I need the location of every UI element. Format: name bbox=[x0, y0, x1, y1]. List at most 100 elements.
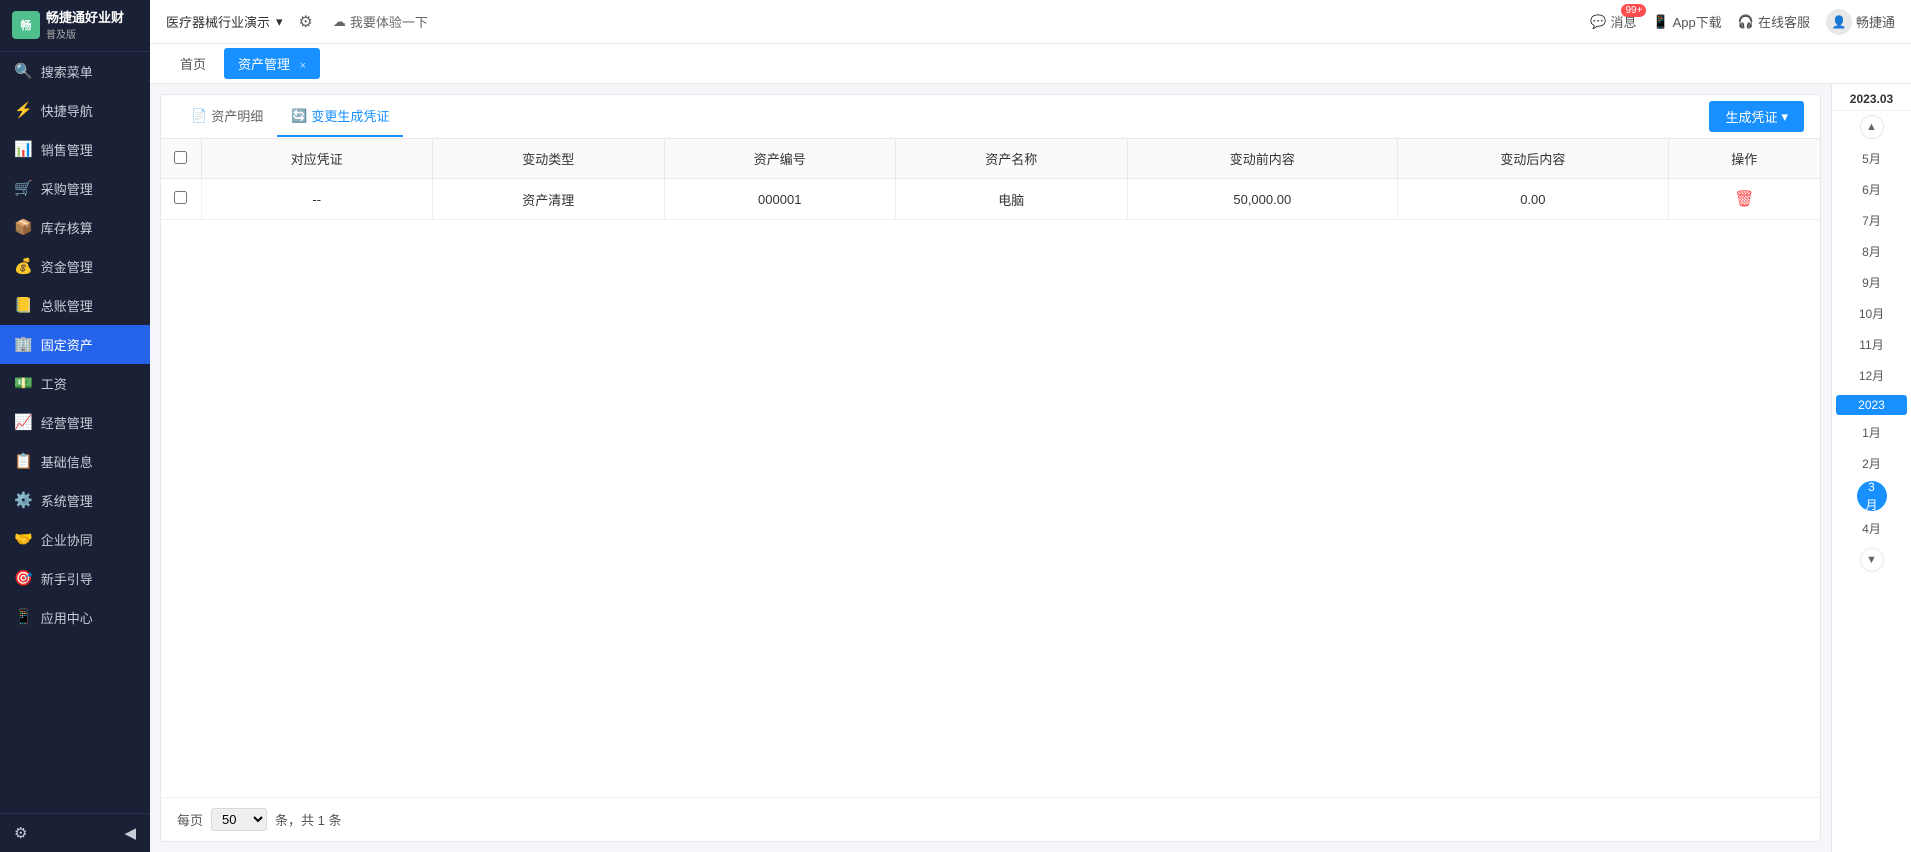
experience-btn[interactable]: ☁ 我要体验一下 bbox=[333, 12, 428, 31]
calendar-month-5[interactable]: 5月 bbox=[1836, 144, 1907, 173]
calendar-month-9[interactable]: 9月 bbox=[1836, 268, 1907, 297]
table-row: -- 资产清理 000001 电脑 50,000.00 0.00 🗑 bbox=[161, 179, 1820, 220]
generate-voucher-button[interactable]: 生成凭证 ▾ bbox=[1709, 101, 1804, 132]
row-voucher: -- bbox=[201, 179, 433, 220]
pagination: 每页 50 10 20 100 条，共 1 条 bbox=[161, 797, 1820, 841]
calendar-month-7[interactable]: 7月 bbox=[1836, 206, 1907, 235]
salary-label: 工资 bbox=[41, 374, 67, 393]
logo-icon: 畅 bbox=[12, 11, 40, 39]
user-menu[interactable]: 👤 畅捷通 bbox=[1826, 9, 1895, 35]
row-checkbox-cell bbox=[161, 179, 201, 220]
table-header-voucher: 对应凭证 bbox=[201, 139, 433, 179]
tab-home[interactable]: 首页 bbox=[166, 48, 220, 79]
table-header-before: 变动前内容 bbox=[1127, 139, 1398, 179]
calendar-month-12[interactable]: 12月 bbox=[1836, 361, 1907, 390]
topbar-settings-icon[interactable]: ⚙ bbox=[299, 12, 313, 32]
message-badge: 99+ bbox=[1621, 4, 1646, 17]
calendar-up-btn[interactable]: ▲ bbox=[1860, 115, 1884, 139]
sidebar-item-funds[interactable]: 💰 资金管理 bbox=[0, 247, 150, 286]
calendar-month-1[interactable]: 1月 bbox=[1836, 418, 1907, 447]
app-subtitle: 普及版 bbox=[46, 26, 124, 41]
calendar-month-10[interactable]: 10月 bbox=[1836, 299, 1907, 328]
calendar-panel: ⛶ ✕ 2023.03 ▲ 5月 6月 7月 8月 9月 10月 11月 12月… bbox=[1831, 84, 1911, 852]
company-name: 医疗器械行业演示 bbox=[166, 12, 270, 31]
search-icon: 🔍 bbox=[14, 62, 33, 80]
data-table: 对应凭证 变动类型 资产编号 资产名称 变动前内容 变动后内容 操作 bbox=[161, 139, 1820, 220]
sidebar-item-basic-info[interactable]: 📋 基础信息 bbox=[0, 442, 150, 481]
sidebar-item-guide[interactable]: 🎯 新手引导 bbox=[0, 559, 150, 598]
sidebar-item-operations[interactable]: 📈 经营管理 bbox=[0, 403, 150, 442]
operations-label: 经营管理 bbox=[41, 413, 93, 432]
sidebar-item-search[interactable]: 🔍 搜索菜单 bbox=[0, 52, 150, 91]
sales-icon: 📊 bbox=[14, 140, 33, 158]
calendar-month-8[interactable]: 8月 bbox=[1836, 237, 1907, 266]
calendar-down-btn[interactable]: ▼ bbox=[1860, 548, 1884, 572]
salary-icon: 💵 bbox=[14, 374, 33, 392]
message-icon: 💬 bbox=[1590, 14, 1606, 30]
company-selector[interactable]: 医疗器械行业演示 ▾ bbox=[166, 12, 283, 31]
funds-icon: 💰 bbox=[14, 257, 33, 275]
app-title: 畅捷通好业财 bbox=[46, 10, 124, 26]
calendar-year-badge[interactable]: 2023 bbox=[1836, 395, 1907, 415]
delete-icon[interactable]: 🗑 bbox=[1734, 191, 1754, 208]
sidebar-item-salary[interactable]: 💵 工资 bbox=[0, 364, 150, 403]
message-btn[interactable]: 💬 消息 99+ bbox=[1590, 12, 1636, 31]
table-header-checkbox bbox=[161, 139, 201, 179]
sidebar-item-sales[interactable]: 📊 销售管理 bbox=[0, 130, 150, 169]
sidebar-item-enterprise[interactable]: 🤝 企业协同 bbox=[0, 520, 150, 559]
calendar-month-4[interactable]: 4月 bbox=[1836, 514, 1907, 543]
sub-tab-asset-detail[interactable]: 📄 资产明细 bbox=[177, 96, 277, 137]
tab-close-icon[interactable]: × bbox=[300, 60, 306, 72]
sidebar-item-fixed-assets[interactable]: 🏢 固定资产 bbox=[0, 325, 150, 364]
tabbar: 首页 资产管理 × bbox=[150, 44, 1911, 84]
sidebar-item-app-center[interactable]: 📱 应用中心 bbox=[0, 598, 150, 637]
table-header-action: 操作 bbox=[1668, 139, 1820, 179]
sidebar-item-system[interactable]: ⚙️ 系统管理 bbox=[0, 481, 150, 520]
basic-info-icon: 📋 bbox=[14, 452, 33, 470]
ledger-icon: 📒 bbox=[14, 296, 33, 314]
sales-label: 销售管理 bbox=[41, 140, 93, 159]
calendar-month-11[interactable]: 11月 bbox=[1836, 330, 1907, 359]
funds-label: 资金管理 bbox=[41, 257, 93, 276]
row-checkbox[interactable] bbox=[174, 191, 187, 204]
main-panel: 📄 资产明细 🔄 变更生成凭证 生成凭证 ▾ bbox=[160, 94, 1821, 842]
sidebar-item-ledger[interactable]: 📒 总账管理 bbox=[0, 286, 150, 325]
calendar-month-2[interactable]: 2月 bbox=[1836, 449, 1907, 478]
sidebar-menu: 🔍 搜索菜单 ⚡ 快捷导航 📊 销售管理 🛒 采购管理 📦 库存核算 💰 资金管… bbox=[0, 52, 150, 813]
avatar: 👤 bbox=[1826, 9, 1852, 35]
customer-service-btn[interactable]: 🎧 在线客服 bbox=[1738, 12, 1810, 31]
sidebar-item-purchase[interactable]: 🛒 采购管理 bbox=[0, 169, 150, 208]
basic-info-label: 基础信息 bbox=[41, 452, 93, 471]
cloud-icon: ☁ bbox=[333, 14, 346, 30]
row-action: 🗑 bbox=[1668, 179, 1820, 220]
sidebar-item-inventory[interactable]: 📦 库存核算 bbox=[0, 208, 150, 247]
tab-home-label: 首页 bbox=[180, 57, 206, 72]
guide-label: 新手引导 bbox=[41, 569, 93, 588]
select-all-checkbox[interactable] bbox=[174, 151, 187, 164]
app-download-btn[interactable]: 📱 App下载 bbox=[1652, 12, 1721, 31]
calendar-month-3[interactable]: 3月 bbox=[1857, 481, 1887, 511]
collapse-icon[interactable]: ◀ bbox=[124, 824, 136, 842]
enterprise-label: 企业协同 bbox=[41, 530, 93, 549]
sidebar-item-quick-nav[interactable]: ⚡ 快捷导航 bbox=[0, 91, 150, 130]
quick-nav-label: 快捷导航 bbox=[41, 101, 93, 120]
calendar-month-6[interactable]: 6月 bbox=[1836, 175, 1907, 204]
inventory-icon: 📦 bbox=[14, 218, 33, 236]
user-name: 畅捷通 bbox=[1856, 12, 1895, 31]
app-label: App下载 bbox=[1673, 12, 1722, 31]
inventory-label: 库存核算 bbox=[41, 218, 93, 237]
calendar-year-month: 2023.03 bbox=[1850, 92, 1893, 106]
per-page-select[interactable]: 50 10 20 100 bbox=[211, 808, 267, 831]
app-center-icon: 📱 bbox=[14, 608, 33, 626]
tab-asset-management[interactable]: 资产管理 × bbox=[224, 48, 320, 79]
dropdown-icon: ▾ bbox=[276, 14, 283, 30]
generate-voucher-icon: 🔄 bbox=[291, 108, 307, 124]
app-center-label: 应用中心 bbox=[41, 608, 93, 627]
row-change-type: 资产清理 bbox=[433, 179, 665, 220]
settings-icon[interactable]: ⚙ bbox=[14, 824, 27, 842]
avatar-icon: 👤 bbox=[1832, 15, 1847, 29]
sidebar-footer: ⚙ ◀ bbox=[0, 813, 150, 852]
topbar-right: 💬 消息 99+ 📱 App下载 🎧 在线客服 👤 畅捷通 bbox=[1590, 9, 1895, 35]
calendar-header: 2023.03 bbox=[1832, 84, 1911, 111]
sub-tab-generate-voucher[interactable]: 🔄 变更生成凭证 bbox=[277, 96, 403, 137]
